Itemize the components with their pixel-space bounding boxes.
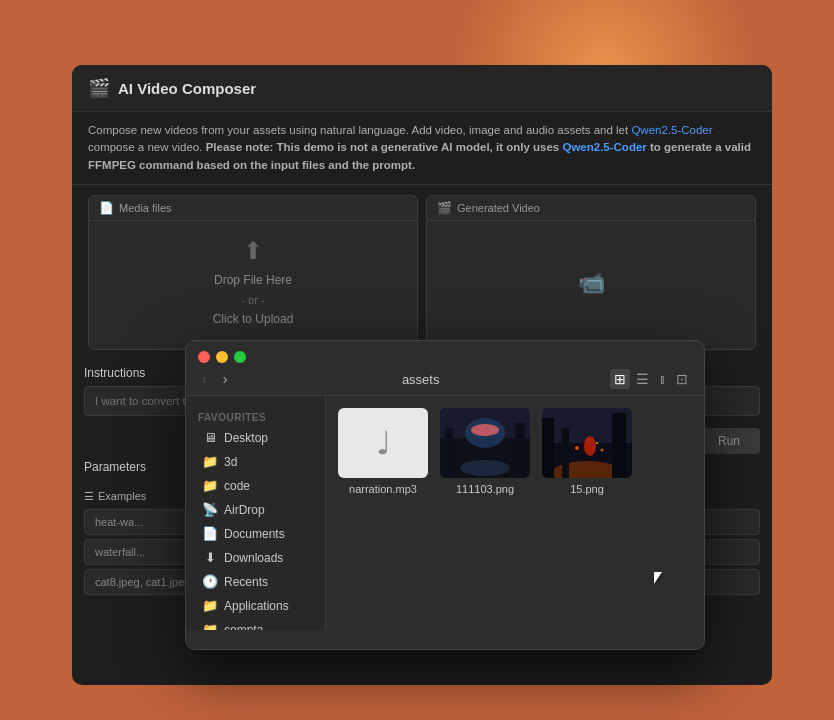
image2-thumbnail <box>542 408 632 478</box>
image1-svg <box>440 408 530 478</box>
favorites-group-label: Favourites <box>186 406 325 425</box>
generated-video-header: 🎬 Generated Video <box>427 196 755 221</box>
run-button[interactable]: Run <box>698 428 760 454</box>
qwen-link-1[interactable]: Qwen2.5-Coder <box>631 124 712 136</box>
documents-icon: 📄 <box>202 526 218 541</box>
fp-gallery-view-button[interactable]: ⊡ <box>672 369 692 389</box>
svg-rect-12 <box>562 428 569 478</box>
or-text: - or - <box>241 294 264 306</box>
fp-back-button[interactable]: ‹ <box>198 369 211 389</box>
svg-point-14 <box>575 446 579 450</box>
sidebar-item-compta-label: compta <box>224 623 263 631</box>
sidebar-item-code-label: code <box>224 479 250 493</box>
3d-folder-icon: 📁 <box>202 454 218 469</box>
generated-video-panel: 🎬 Generated Video 📹 <box>426 195 756 350</box>
image2-svg <box>542 408 632 478</box>
svg-point-16 <box>596 442 598 444</box>
fp-column-view-button[interactable]: ⫾ <box>655 369 670 389</box>
audio-thumbnail: ♩ <box>338 408 428 478</box>
downloads-icon: ⬇ <box>202 550 218 565</box>
applications-icon: 📁 <box>202 598 218 613</box>
sidebar-item-documents[interactable]: 📄 Documents <box>190 522 321 545</box>
media-files-body[interactable]: ⬆ Drop File Here - or - Click to Upload <box>89 221 417 346</box>
fp-content: ♩ narration.mp3 <box>326 396 704 630</box>
media-files-label: Media files <box>119 202 172 214</box>
svg-point-6 <box>460 460 510 476</box>
sidebar-item-downloads[interactable]: ⬇ Downloads <box>190 546 321 569</box>
sidebar-item-applications[interactable]: 📁 Applications <box>190 594 321 617</box>
sidebar-item-desktop[interactable]: 🖥 Desktop <box>190 426 321 449</box>
desc-before-link1: Compose new videos from your assets usin… <box>88 124 631 136</box>
examples-label: Examples <box>98 490 146 502</box>
file-111103-png[interactable]: 111103.png <box>440 408 530 495</box>
file-name-111103: 111103.png <box>456 483 514 495</box>
sidebar-item-recents[interactable]: 🕐 Recents <box>190 570 321 593</box>
qwen-link-2[interactable]: Qwen2.5-Coder <box>562 141 646 153</box>
close-button[interactable] <box>198 351 210 363</box>
svg-rect-4 <box>515 423 525 478</box>
file-name-narration: narration.mp3 <box>349 483 417 495</box>
title-bar: 🎬 AI Video Composer <box>72 65 772 112</box>
desc-bold: Please note: This demo is not a generati… <box>206 141 563 153</box>
file-name-15: 15.png <box>570 483 604 495</box>
music-note-icon: ♩ <box>376 424 391 462</box>
fp-sidebar: Favourites 🖥 Desktop 📁 3d 📁 code 📡 AirDr… <box>186 396 326 630</box>
fp-body: Favourites 🖥 Desktop 📁 3d 📁 code 📡 AirDr… <box>186 396 704 630</box>
generated-video-label: Generated Video <box>457 202 540 214</box>
desc-after-link1: compose a new video. <box>88 141 206 153</box>
media-files-panel: 📄 Media files ⬆ Drop File Here - or - Cl… <box>88 195 418 350</box>
list-icon: ☰ <box>84 490 94 503</box>
svg-point-5 <box>471 424 499 436</box>
svg-rect-3 <box>445 428 453 478</box>
video-panel-icon: 🎬 <box>437 201 452 215</box>
svg-rect-11 <box>612 413 626 478</box>
image1-thumbnail <box>440 408 530 478</box>
sidebar-item-downloads-label: Downloads <box>224 551 283 565</box>
sidebar-item-recents-label: Recents <box>224 575 268 589</box>
svg-rect-10 <box>542 418 554 478</box>
app-icon: 🎬 <box>88 77 110 99</box>
recents-icon: 🕐 <box>202 574 218 589</box>
svg-point-13 <box>584 436 596 456</box>
traffic-lights <box>186 341 704 363</box>
maximize-button[interactable] <box>234 351 246 363</box>
fp-view-icons: ⊞ ☰ ⫾ ⊡ <box>610 369 692 389</box>
fp-grid-view-button[interactable]: ⊞ <box>610 369 630 389</box>
sidebar-item-compta[interactable]: 📁 compta <box>190 618 321 630</box>
sidebar-item-3d-label: 3d <box>224 455 237 469</box>
desktop-icon: 🖥 <box>202 430 218 445</box>
upload-icon: ⬆ <box>243 237 263 265</box>
sidebar-item-airdrop-label: AirDrop <box>224 503 265 517</box>
window-title: AI Video Composer <box>118 80 256 97</box>
drop-text: Drop File Here <box>214 273 292 287</box>
fp-list-view-button[interactable]: ☰ <box>632 369 653 389</box>
fp-toolbar: ‹ › assets ⊞ ☰ ⫾ ⊡ <box>186 363 704 396</box>
sidebar-item-code[interactable]: 📁 code <box>190 474 321 497</box>
code-folder-icon: 📁 <box>202 478 218 493</box>
svg-point-15 <box>601 449 604 452</box>
file-picker-dialog: ‹ › assets ⊞ ☰ ⫾ ⊡ Favourites 🖥 Desktop … <box>185 340 705 650</box>
sidebar-item-applications-label: Applications <box>224 599 289 613</box>
file-narration-mp3[interactable]: ♩ narration.mp3 <box>338 408 428 495</box>
compta-folder-icon: 📁 <box>202 622 218 630</box>
file-icon: 📄 <box>99 201 114 215</box>
fp-current-path: assets <box>239 372 602 387</box>
description-text: Compose new videos from your assets usin… <box>72 112 772 185</box>
file-15-png[interactable]: 15.png <box>542 408 632 495</box>
minimize-button[interactable] <box>216 351 228 363</box>
click-upload-text: Click to Upload <box>213 312 294 326</box>
panels-row: 📄 Media files ⬆ Drop File Here - or - Cl… <box>72 185 772 360</box>
sidebar-item-desktop-label: Desktop <box>224 431 268 445</box>
upload-text: Drop File Here - or - Click to Upload <box>213 271 294 329</box>
media-files-header: 📄 Media files <box>89 196 417 221</box>
airdrop-icon: 📡 <box>202 502 218 517</box>
video-placeholder-icon: 📹 <box>578 270 605 296</box>
generated-video-body: 📹 <box>427 221 755 346</box>
fp-forward-button[interactable]: › <box>219 369 232 389</box>
sidebar-item-3d[interactable]: 📁 3d <box>190 450 321 473</box>
sidebar-item-documents-label: Documents <box>224 527 285 541</box>
sidebar-item-airdrop[interactable]: 📡 AirDrop <box>190 498 321 521</box>
